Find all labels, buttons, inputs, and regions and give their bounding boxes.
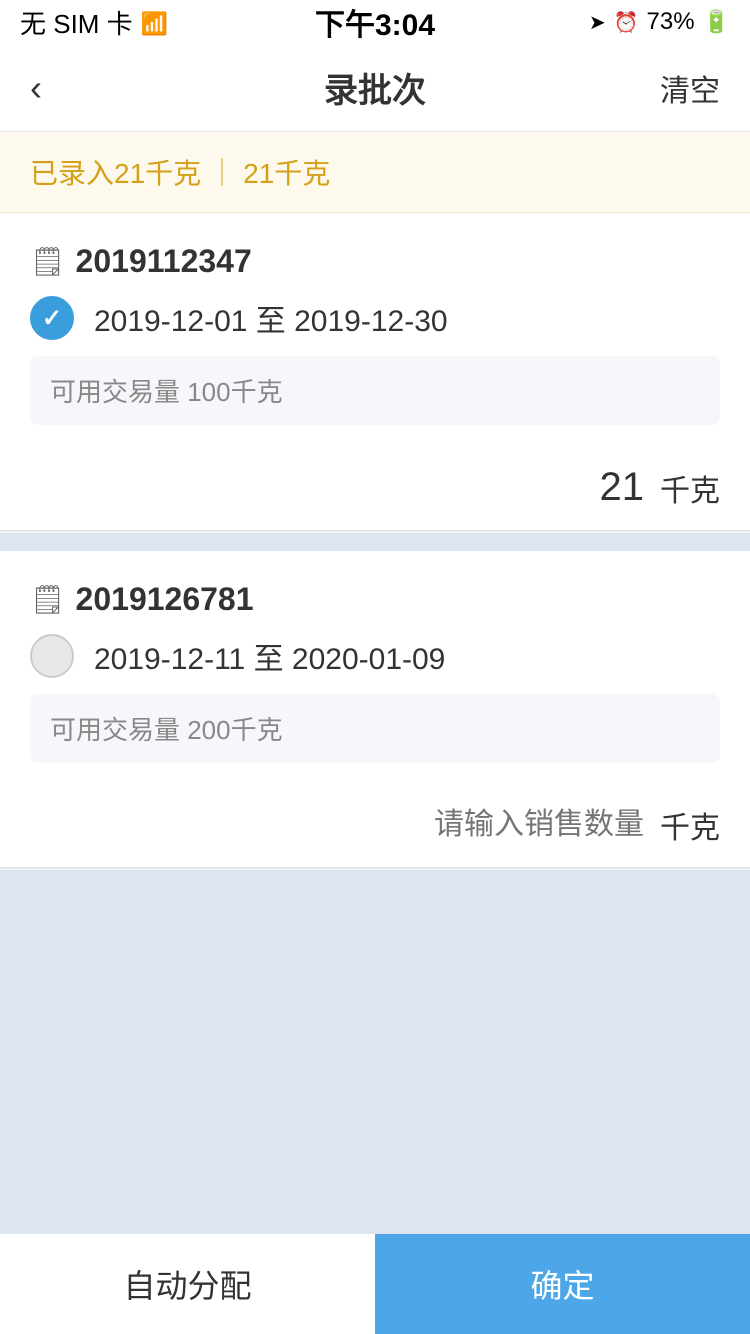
bottom-bar: 自动分配 确定 xyxy=(0,1234,750,1334)
clock-icon: ⏰ xyxy=(614,10,639,35)
confirm-button[interactable]: 确定 xyxy=(375,1234,750,1334)
auto-assign-button[interactable]: 自动分配 xyxy=(0,1234,375,1334)
batch-1-card: 🗒 2019112347 2019-12-01 至 2019-12-30 可用交… xyxy=(0,213,750,531)
batch-1-number: 2019112347 xyxy=(76,243,252,280)
batch-2-qty-input[interactable] xyxy=(30,808,644,842)
back-button[interactable]: ‹ xyxy=(30,67,90,109)
batch-2-avail: 可用交易量 200千克 xyxy=(30,694,720,763)
summary-divider xyxy=(221,158,223,186)
section-gap-1 xyxy=(0,533,750,551)
batch-2-radio[interactable] xyxy=(30,634,74,678)
batch-1-amount-row: 21 千克 xyxy=(0,445,750,531)
clear-button[interactable]: 清空 xyxy=(660,66,720,110)
arrow-icon: ➤ xyxy=(589,10,606,35)
batch-1-select-row: 2019-12-01 至 2019-12-30 xyxy=(30,296,720,340)
batch-1-icon: 🗒 xyxy=(30,245,66,278)
batch-2-input-row[interactable]: 千克 xyxy=(0,783,750,868)
batch-2-card: 🗒 2019126781 2019-12-11 至 2020-01-09 可用交… xyxy=(0,551,750,868)
batch-2-date-range: 2019-12-11 至 2020-01-09 xyxy=(94,634,445,678)
batch-1-date-range: 2019-12-01 至 2019-12-30 xyxy=(94,296,448,340)
batch-2-unit: 千克 xyxy=(660,803,720,847)
batch-2-icon: 🗒 xyxy=(30,583,66,616)
batch-1-avail: 可用交易量 100千克 xyxy=(30,356,720,425)
sim-label: 无 SIM 卡 xyxy=(20,4,133,41)
status-bar: 无 SIM 卡 下午3:04 ➤ ⏰ 73% xyxy=(0,0,750,44)
status-time: 下午3:04 xyxy=(315,0,435,44)
batch-1-radio[interactable] xyxy=(30,296,74,340)
page-title: 录批次 xyxy=(324,63,426,112)
batch-2-number: 2019126781 xyxy=(76,581,254,618)
batch-1-header: 🗒 2019112347 xyxy=(30,243,720,280)
summary-label: 已录入21千克 xyxy=(30,152,201,192)
nav-bar: ‹ 录批次 清空 xyxy=(0,44,750,132)
summary-amount: 21千克 xyxy=(243,152,330,192)
summary-banner: 已录入21千克 21千克 xyxy=(0,132,750,213)
battery-icon xyxy=(703,8,730,36)
background-area xyxy=(0,870,750,1250)
batch-2-select-row: 2019-12-11 至 2020-01-09 xyxy=(30,634,720,678)
wifi-icon xyxy=(141,7,168,38)
battery-text: 73% xyxy=(647,8,695,36)
batch-1-quantity-value: 21 xyxy=(600,465,645,510)
batch-1-unit: 千克 xyxy=(660,466,720,510)
batch-2-header: 🗒 2019126781 xyxy=(30,581,720,618)
